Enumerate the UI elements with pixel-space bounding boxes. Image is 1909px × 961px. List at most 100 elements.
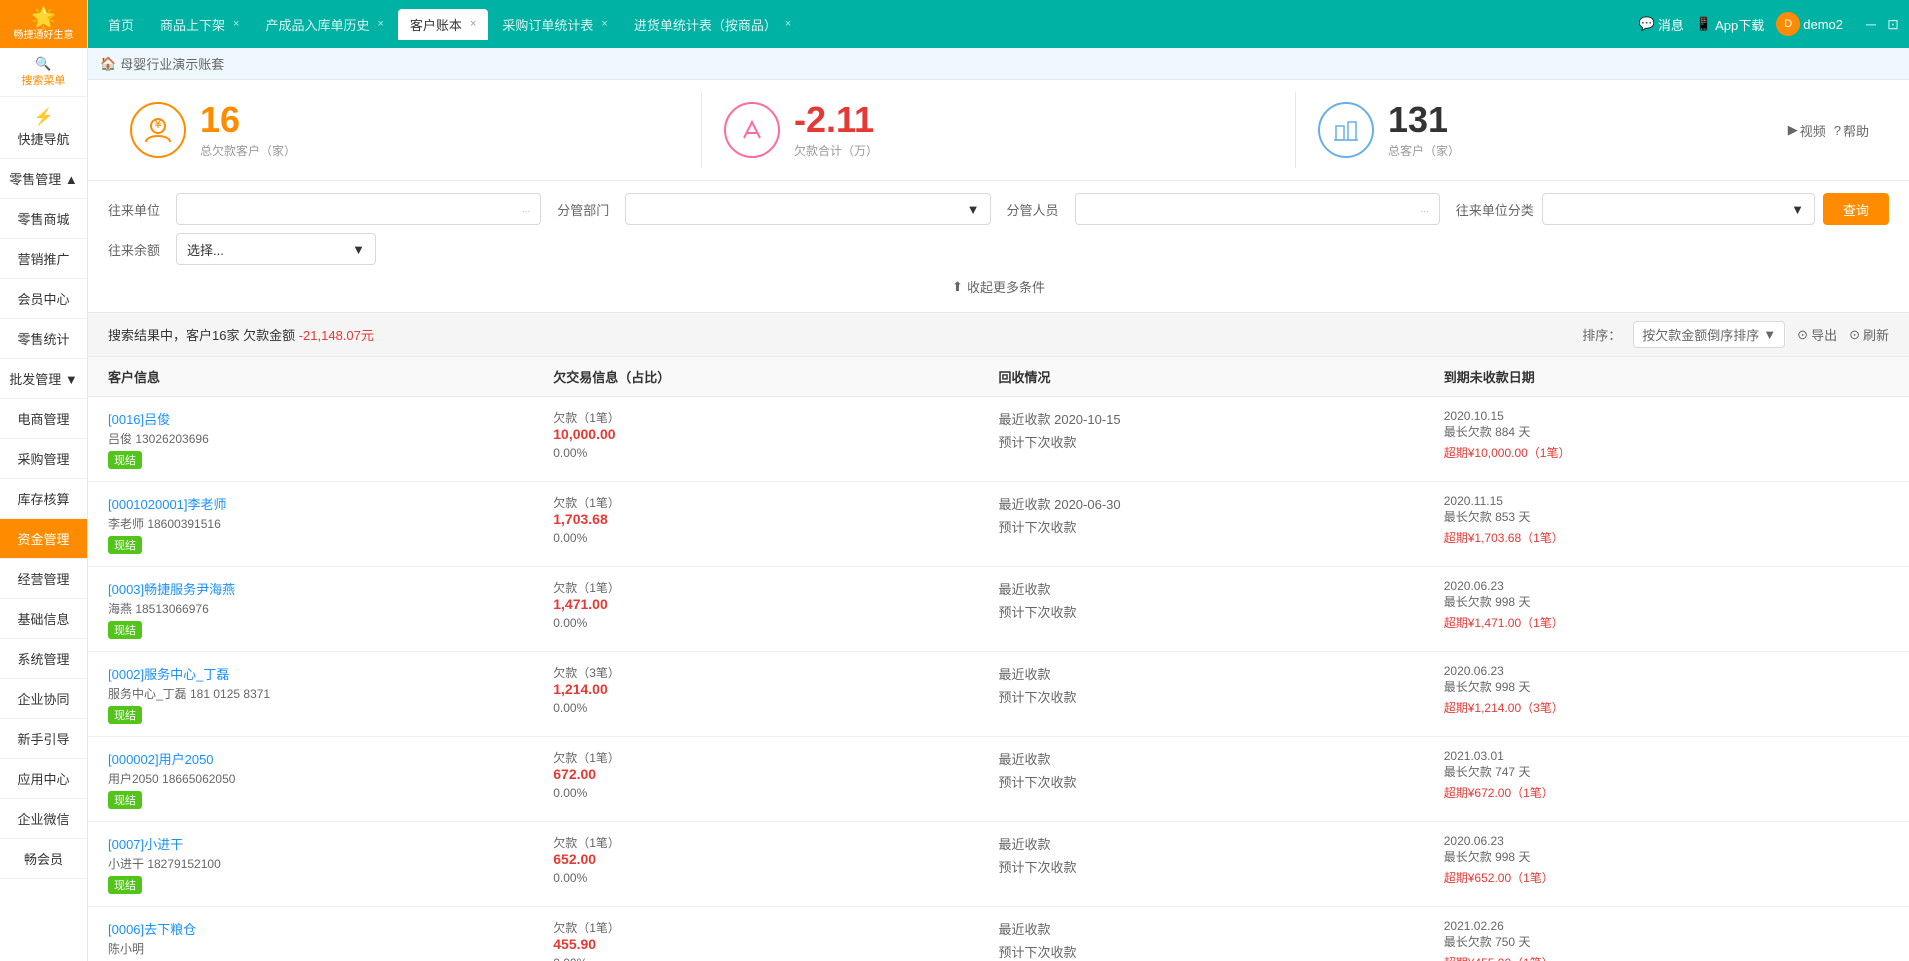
sidebar-item-ecommerce[interactable]: 电商管理 bbox=[0, 399, 87, 439]
source-unit-input[interactable]: ... bbox=[176, 193, 541, 225]
customer-name-3[interactable]: [0002]服务中心_丁磊 bbox=[108, 667, 229, 682]
tab-product-history[interactable]: 产成品入库单历史 × bbox=[253, 9, 395, 40]
sidebar-item-system[interactable]: 系统管理 bbox=[0, 639, 87, 679]
help-icon: ? bbox=[1834, 123, 1841, 138]
view-video-btn[interactable]: ▶ 视频 bbox=[1788, 121, 1826, 140]
stat-debt-customers-label: 总欠款客户（家） bbox=[200, 142, 296, 159]
table-row: [0003]畅捷服务尹海燕 海燕 18513066976 现结 欠款（1笔） 1… bbox=[88, 567, 1909, 652]
sidebar-item-member[interactable]: 会员中心 bbox=[0, 279, 87, 319]
filter-branch-dept: 分管部门 ▼ bbox=[557, 193, 990, 225]
balance-label: 往来余额 bbox=[108, 240, 168, 259]
customer-name-1[interactable]: [0001020001]李老师 bbox=[108, 497, 227, 512]
sidebar-item-quick-nav[interactable]: ⚡ 快捷导航 bbox=[0, 97, 87, 159]
overdue-days-6: 最长欠款 750 天 bbox=[1444, 933, 1889, 950]
overdue-amount-6[interactable]: 超期¥455.90（1笔） bbox=[1444, 954, 1889, 961]
customer-name-0[interactable]: [0016]吕俊 bbox=[108, 412, 170, 427]
user-avatar[interactable]: D demo2 bbox=[1776, 12, 1843, 36]
table-row: [0006]去下粮仓 陈小明 现结 欠款（1笔） 455.90 0.00% 最近… bbox=[88, 907, 1909, 961]
branch-dept-select[interactable]: ▼ bbox=[625, 193, 990, 225]
next-collection-6: 预计下次收款 bbox=[999, 942, 1444, 961]
logo-text: 畅捷通好生意 bbox=[14, 30, 74, 42]
sidebar-item-member-vip[interactable]: 畅会员 bbox=[0, 839, 87, 879]
due-date-6: 2021.02.26 bbox=[1444, 919, 1889, 933]
overdue-days-1: 最长欠款 853 天 bbox=[1444, 508, 1889, 525]
sidebar-item-retail-stats[interactable]: 零售统计 bbox=[0, 319, 87, 359]
source-unit-class-select[interactable]: ▼ bbox=[1542, 193, 1815, 225]
overdue-days-3: 最长欠款 998 天 bbox=[1444, 678, 1889, 695]
tab-purchase-stats-close[interactable]: × bbox=[601, 18, 607, 30]
sidebar-item-finance[interactable]: 资金管理 bbox=[0, 519, 87, 559]
tab-purchase-stats[interactable]: 采购订单统计表 × bbox=[490, 9, 619, 40]
avatar-icon: D bbox=[1776, 12, 1800, 36]
main-area: 首页 商品上下架 × 产成品入库单历史 × 客户账本 × 采购订单统计表 × 进… bbox=[88, 0, 1909, 961]
overdue-info-5: 2020.06.23 最长欠款 998 天 超期¥652.00（1笔） bbox=[1444, 834, 1889, 886]
overdue-days-5: 最长欠款 998 天 bbox=[1444, 848, 1889, 865]
sidebar-item-marketing[interactable]: 营销推广 bbox=[0, 239, 87, 279]
filter-balance: 往来余额 选择... ▼ bbox=[108, 233, 1889, 265]
tab-product-history-close[interactable]: × bbox=[377, 18, 383, 30]
debt-ratio-6: 0.00% bbox=[553, 956, 998, 961]
customer-badge-3: 现结 bbox=[108, 706, 142, 724]
due-date-2: 2020.06.23 bbox=[1444, 579, 1889, 593]
sidebar-item-business[interactable]: 经营管理 bbox=[0, 559, 87, 599]
top-nav-actions: 💬 消息 📱 App下载 D demo2 ─ ⊡ bbox=[1639, 12, 1901, 36]
balance-select[interactable]: 选择... ▼ bbox=[176, 233, 376, 265]
tab-customer-account[interactable]: 客户账本 × bbox=[398, 9, 488, 40]
branch-person-input[interactable]: ... bbox=[1075, 193, 1440, 225]
overdue-amount-5[interactable]: 超期¥652.00（1笔） bbox=[1444, 869, 1889, 886]
overdue-amount-2[interactable]: 超期¥1,471.00（1笔） bbox=[1444, 614, 1889, 631]
sidebar-item-apps[interactable]: 应用中心 bbox=[0, 759, 87, 799]
minimize-btn[interactable]: ─ bbox=[1863, 16, 1879, 32]
help-label: 帮助 bbox=[1843, 121, 1869, 140]
source-unit-class-label: 往来单位分类 bbox=[1456, 200, 1534, 219]
message-btn[interactable]: 💬 消息 bbox=[1639, 15, 1684, 34]
customer-name-4[interactable]: [000002]用户2050 bbox=[108, 752, 214, 767]
sidebar-item-inventory[interactable]: 库存核算 bbox=[0, 479, 87, 519]
query-button[interactable]: 查询 bbox=[1823, 193, 1889, 225]
app-download-btn[interactable]: 📱 App下载 bbox=[1696, 15, 1764, 34]
sidebar-item-newbie[interactable]: 新手引导 bbox=[0, 719, 87, 759]
window-controls: ─ ⊡ bbox=[1863, 16, 1901, 32]
overdue-amount-4[interactable]: 超期¥672.00（1笔） bbox=[1444, 784, 1889, 801]
customer-name-5[interactable]: [0007]小进干 bbox=[108, 837, 183, 852]
overdue-amount-1[interactable]: 超期¥1,703.68（1笔） bbox=[1444, 529, 1889, 546]
last-collection-3: 最近收款 bbox=[999, 664, 1444, 683]
export-btn[interactable]: ⊙ 导出 bbox=[1797, 325, 1837, 344]
export-label: 导出 bbox=[1811, 325, 1837, 344]
stat-debt-customers-value: 16 bbox=[200, 102, 296, 138]
source-unit-text[interactable] bbox=[187, 202, 522, 217]
debt-info-6: 欠款（1笔） 455.90 0.00% bbox=[553, 919, 998, 961]
overdue-info-2: 2020.06.23 最长欠款 998 天 超期¥1,471.00（1笔） bbox=[1444, 579, 1889, 631]
stat-debt-amount-value: -2.11 bbox=[794, 102, 878, 138]
customer-name-6[interactable]: [0006]去下粮仓 bbox=[108, 922, 196, 937]
sidebar-item-basic-info[interactable]: 基础信息 bbox=[0, 599, 87, 639]
tab-purchase-product-stats-close[interactable]: × bbox=[785, 18, 791, 30]
stat-total-customers: 131 总客户（家） ▶ 视频 ? 帮助 bbox=[1296, 92, 1889, 168]
refresh-btn[interactable]: ⊙ 刷新 bbox=[1849, 325, 1889, 344]
sidebar-item-retail-mgmt[interactable]: 零售管理 ▲ bbox=[0, 159, 87, 199]
stat-total-customers-value: 131 bbox=[1388, 102, 1460, 138]
sidebar-item-wholesale-mgmt[interactable]: 批发管理 ▼ bbox=[0, 359, 87, 399]
tab-product-listing[interactable]: 商品上下架 × bbox=[148, 9, 251, 40]
sidebar-item-wechat[interactable]: 企业微信 bbox=[0, 799, 87, 839]
sidebar-search[interactable]: 🔍 搜索菜单 bbox=[0, 48, 87, 97]
tab-customer-account-close[interactable]: × bbox=[470, 18, 476, 30]
customer-name-2[interactable]: [0003]畅捷服务尹海燕 bbox=[108, 582, 235, 597]
maximize-btn[interactable]: ⊡ bbox=[1885, 16, 1901, 32]
sidebar-item-retail-mall[interactable]: 零售商城 bbox=[0, 199, 87, 239]
help-btn[interactable]: ? 帮助 bbox=[1834, 121, 1869, 140]
tab-product-listing-close[interactable]: × bbox=[233, 18, 239, 30]
sort-select[interactable]: 按欠款金额倒序排序 ▼ bbox=[1633, 321, 1785, 348]
overdue-amount-0[interactable]: 超期¥10,000.00（1笔） bbox=[1444, 444, 1889, 461]
app-logo: 🌟 畅捷通好生意 bbox=[0, 0, 87, 48]
sidebar-item-purchase[interactable]: 采购管理 bbox=[0, 439, 87, 479]
overdue-amount-3[interactable]: 超期¥1,214.00（3笔） bbox=[1444, 699, 1889, 716]
tab-home[interactable]: 首页 bbox=[96, 9, 146, 40]
collapse-more-btn[interactable]: ⬆ 收起更多条件 bbox=[108, 273, 1889, 300]
view-label: 视频 bbox=[1800, 121, 1826, 140]
branch-person-text[interactable] bbox=[1086, 202, 1421, 217]
customer-info-2: [0003]畅捷服务尹海燕 海燕 18513066976 现结 bbox=[108, 579, 553, 639]
tab-purchase-product-stats[interactable]: 进货单统计表（按商品） × bbox=[622, 9, 803, 40]
source-unit-label: 往来单位 bbox=[108, 200, 168, 219]
sidebar-item-enterprise[interactable]: 企业协同 bbox=[0, 679, 87, 719]
